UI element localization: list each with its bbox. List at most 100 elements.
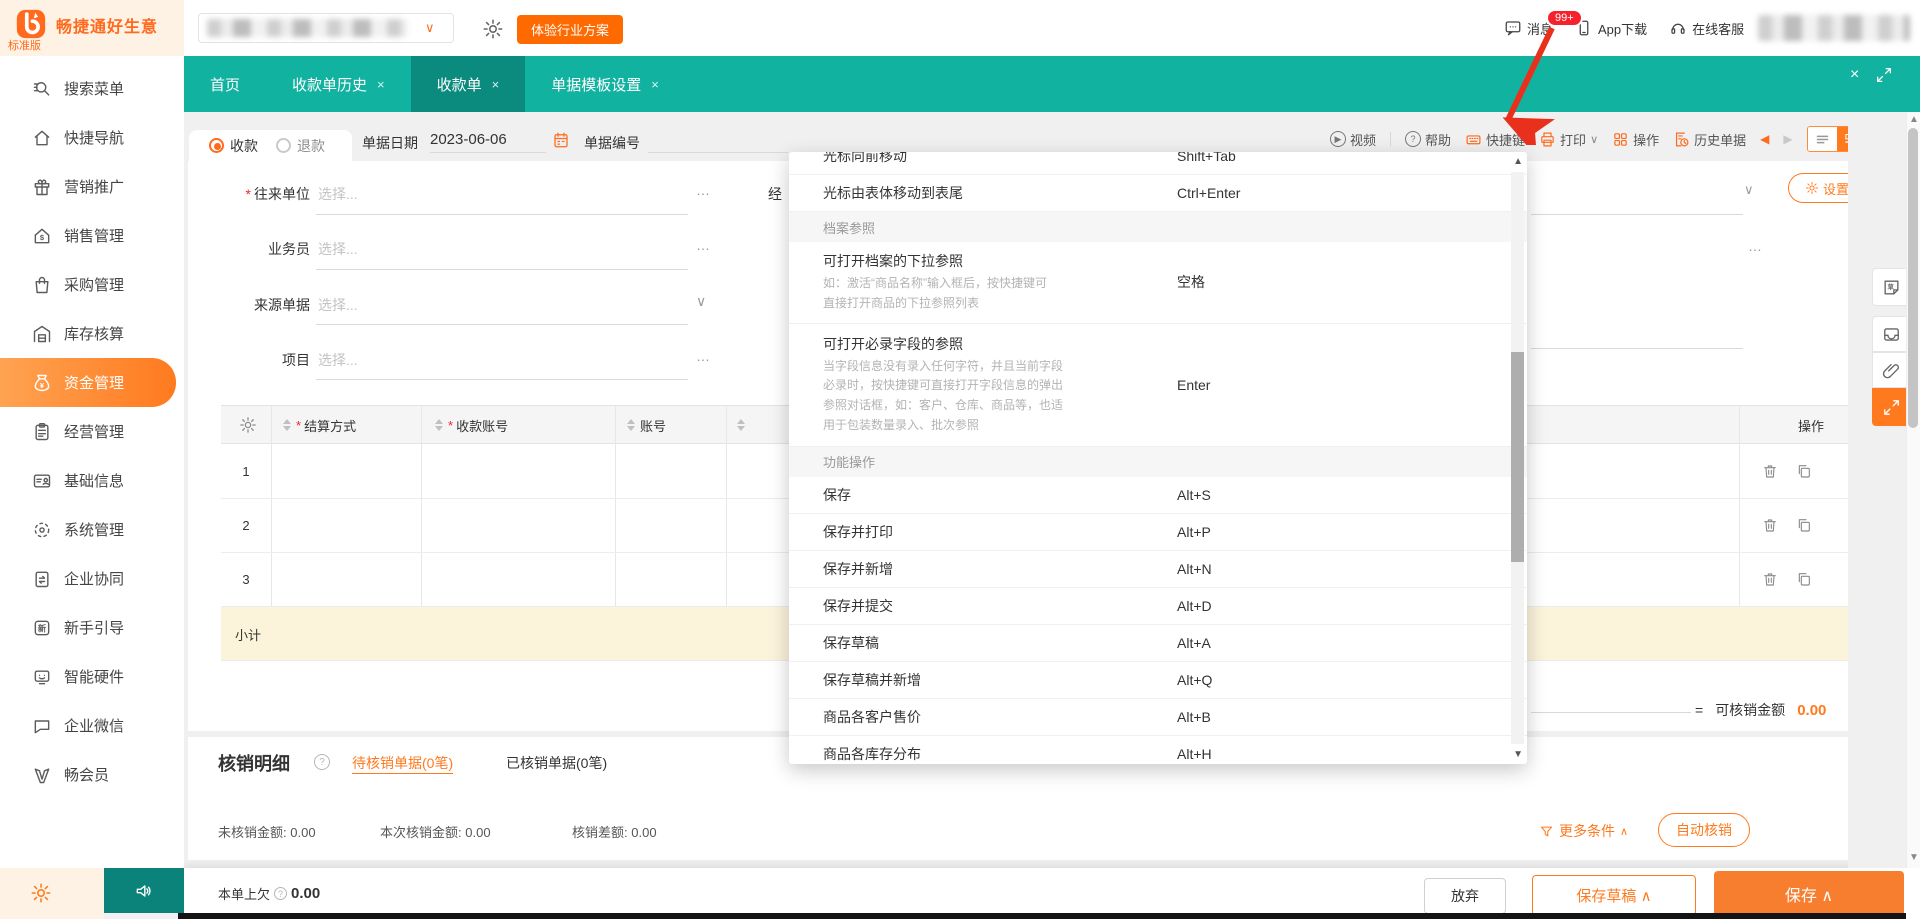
grid-column-header[interactable] [737,406,750,444]
copy-row-icon[interactable] [1796,571,1812,587]
field-ellipsis-button[interactable]: … [1748,238,1762,254]
shortcut-label: 可打开必录字段的参照 [823,335,963,352]
fullscreen-button[interactable] [1872,388,1910,426]
document-tab[interactable]: 单据模板设置 × [525,56,685,112]
document-tab[interactable]: 收款单 × [410,56,526,112]
shortcut-row: 商品各库存分布 Alt+H [789,736,1527,764]
tab-close-icon[interactable]: × [377,77,385,92]
panel-scrollbar-thumb[interactable] [1511,352,1524,562]
draft-note-button[interactable]: 草 [1872,268,1910,306]
sidebar-nav: 搜索菜单 快捷导航 营销推广 $ 销售管理 采购管理 库存核算 ¥ 资金管理 经… [0,64,184,799]
next-doc-arrow[interactable]: ▶ [1783,132,1792,146]
expand-icon[interactable] [1875,66,1893,84]
prev-doc-arrow[interactable]: ◀ [1760,132,1769,146]
save-draft-button[interactable]: 保存草稿 ∧ [1532,875,1696,916]
chevron-down-icon[interactable]: ∨ [1744,182,1754,198]
sidebar-item-icon [32,275,52,295]
field-placeholder[interactable]: 选择... [318,295,358,315]
document-tab[interactable]: 收款单历史 × [266,56,411,112]
grid-column-header[interactable]: * 结算方式 [283,406,356,444]
shortcut-label: 保存并新增 [823,560,893,577]
header-settings-icon[interactable] [482,18,504,40]
gear-icon[interactable] [30,882,52,904]
sidebar-item-icon: 新 [32,618,52,638]
org-select[interactable]: ∨ [198,13,454,43]
help-button[interactable]: ? 帮助 [1405,130,1451,149]
sidebar-item[interactable]: 智能硬件 [0,652,184,701]
online-service-button[interactable]: 在线客服 [1669,19,1744,38]
delete-row-icon[interactable] [1762,517,1778,533]
print-button[interactable]: 打印 ∨ [1539,130,1598,149]
panel-scroll-up-arrow[interactable]: ▲ [1513,156,1523,167]
page-scrollbar-thumb[interactable] [1908,128,1918,428]
sidebar-item[interactable]: 企业微信 [0,701,184,750]
sidebar-item[interactable]: 库存核算 [0,309,184,358]
panel-scroll-down-arrow[interactable]: ▼ [1513,749,1523,760]
sidebar-item[interactable]: 系统管理 [0,505,184,554]
tray-button[interactable] [1872,316,1910,352]
copy-row-icon[interactable] [1796,463,1812,479]
sidebar-item[interactable]: 基础信息 [0,456,184,505]
stat-writeoff-diff: 核销差额: 0.00 [572,825,657,840]
tab-close-icon[interactable]: × [651,77,659,92]
sidebar-item[interactable]: 营销推广 [0,162,184,211]
refund-radio[interactable]: 退款 [276,136,325,156]
sidebar-item[interactable]: 经营管理 [0,407,184,456]
stat-current-writeoff: 本次核销金额: 0.00 [380,825,491,840]
field-placeholder[interactable]: 选择... [318,184,358,204]
announcement-speaker[interactable] [104,868,184,913]
sidebar-item[interactable]: 畅会员 [0,750,184,799]
auto-writeoff-button[interactable]: 自动核销 [1658,813,1750,847]
doc-number-label: 单据编号 [584,135,640,151]
app-download-button[interactable]: App下载 [1575,19,1647,38]
field-ellipsis-button[interactable]: … [696,237,710,253]
writeoff-title: 核销明细 [218,754,290,774]
field-placeholder[interactable]: 选择... [318,350,358,370]
cancel-button[interactable]: 放弃 [1424,878,1506,914]
sidebar-item[interactable]: $ 销售管理 [0,211,184,260]
attachment-button[interactable] [1872,352,1910,388]
tab-pending-writeoff[interactable]: 待核销单据(0笔) [352,753,453,773]
shortcut-description: 当字段信息没有录入任何字符，并且当前字段 必录时，按快捷键可直接打开字段信息的弹… [823,358,1064,432]
doc-number-input[interactable] [648,152,788,153]
save-button[interactable]: 保存 ∧ [1714,871,1904,917]
shortcut-key-button[interactable]: 快捷键 [1465,130,1525,149]
tab-close-icon[interactable]: × [492,77,500,92]
sidebar-item[interactable]: 企业协同 [0,554,184,603]
delete-row-icon[interactable] [1762,571,1778,587]
scroll-down-arrow[interactable]: ▼ [1909,852,1919,863]
delete-row-icon[interactable] [1762,463,1778,479]
trial-industry-button[interactable]: 体验行业方案 [517,15,624,44]
grid-settings-gear-icon[interactable] [239,406,257,444]
operations-button[interactable]: 操作 [1612,130,1659,149]
video-button[interactable]: ▶ 视频 [1330,130,1376,149]
gear-icon [1805,181,1819,195]
field-ellipsis-button[interactable]: … [696,182,710,198]
chevron-down-icon: ∨ [425,20,435,35]
document-tab[interactable]: 首页 [184,56,266,112]
shortcut-label: 保存并打印 [823,523,893,540]
receipt-radio[interactable]: 收款 [209,136,258,156]
field-ellipsis-button[interactable]: … [696,348,710,364]
more-filters-button[interactable]: 更多条件 ∧ [1539,821,1628,841]
speaker-icon [134,881,154,901]
scroll-up-arrow[interactable]: ▲ [1909,114,1919,125]
calendar-icon[interactable] [552,131,570,149]
sidebar-item[interactable]: 搜索菜单 [0,64,184,113]
history-button[interactable]: 历史单据 [1673,130,1746,149]
copy-row-icon[interactable] [1796,517,1812,533]
tab-done-writeoff[interactable]: 已核销单据(0笔) [506,753,607,773]
list-view-button[interactable] [1807,127,1837,151]
field-chevron-button[interactable]: ∨ [696,293,706,310]
sidebar-item[interactable]: 新 新手引导 [0,603,184,652]
field-placeholder[interactable]: 选择... [318,239,358,259]
grid-column-header[interactable]: * 收款账号 [435,406,508,444]
doc-date-value[interactable]: 2023-06-06 [430,131,507,148]
sidebar-item[interactable]: 采购管理 [0,260,184,309]
sidebar-item[interactable]: 快捷导航 [0,113,184,162]
app-window: 畅捷通好生意 标准版 ∨ 体验行业方案 消息 App下载 在线客服 99+ 首页… [0,0,1920,919]
close-icon[interactable]: × [1850,66,1859,84]
sidebar-item[interactable]: ¥ 资金管理 [0,358,176,407]
grid-column-header[interactable]: 账号 [627,406,666,444]
help-circle-icon[interactable]: ? [314,754,330,770]
